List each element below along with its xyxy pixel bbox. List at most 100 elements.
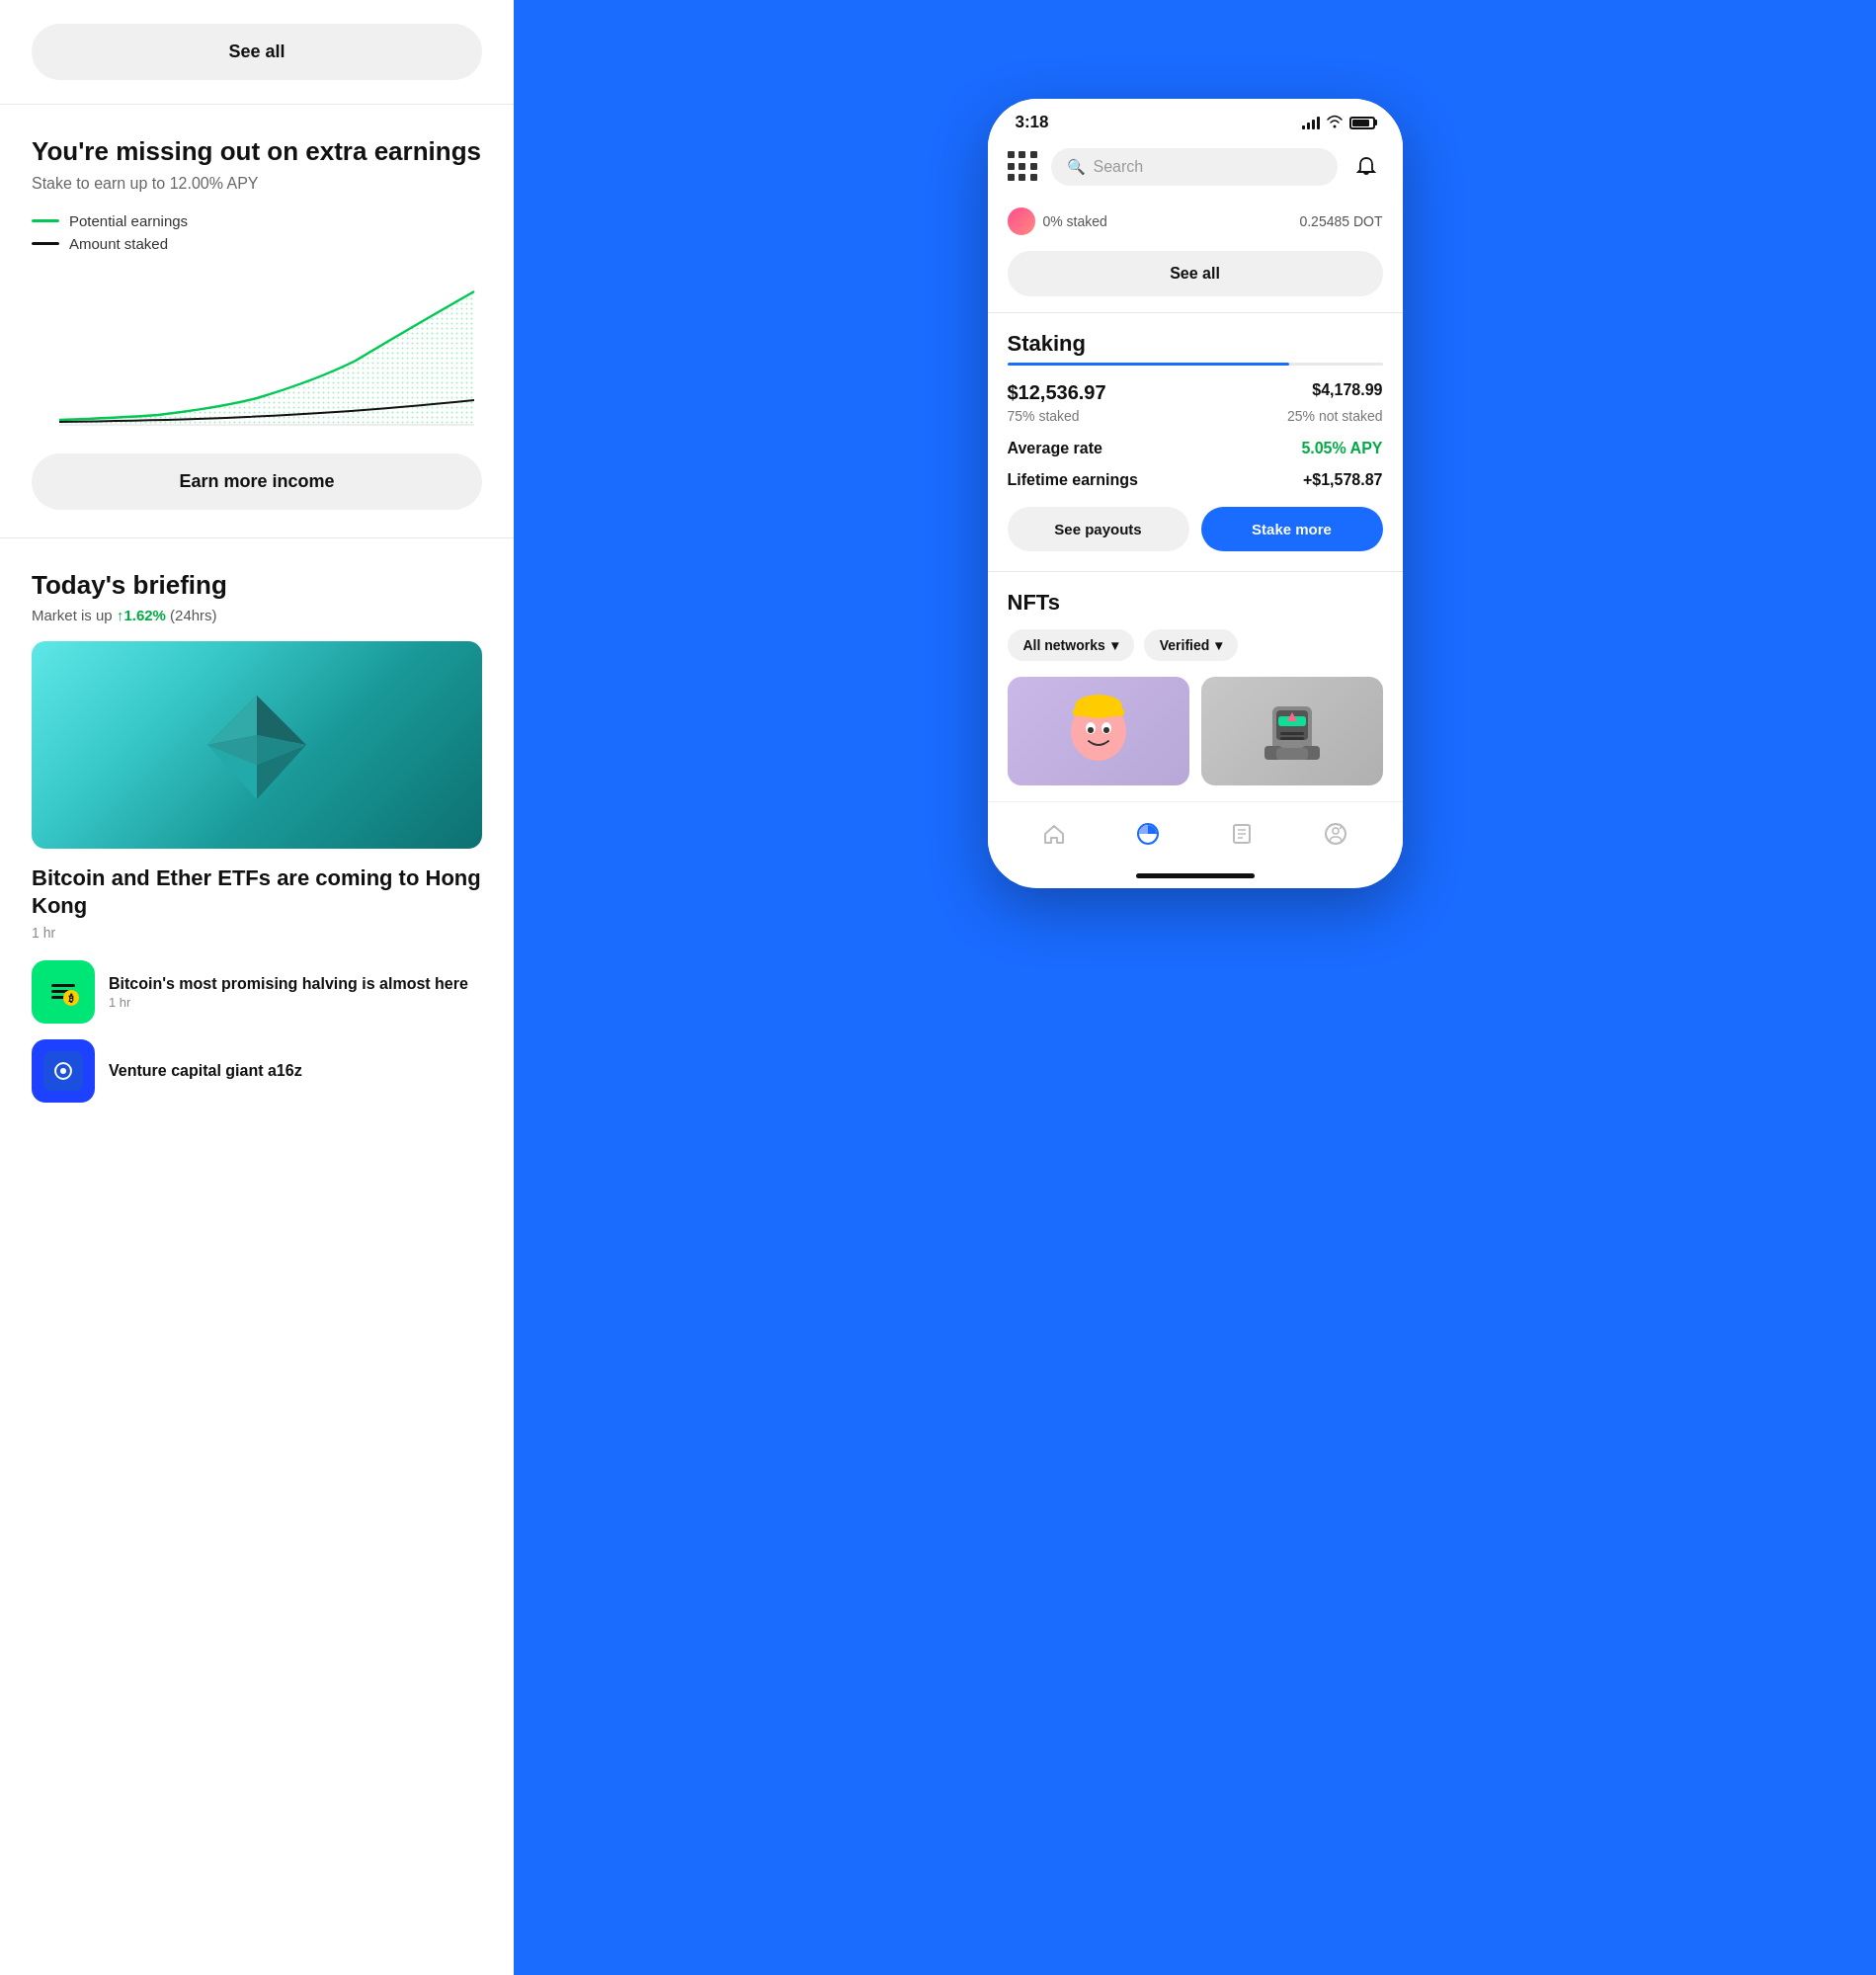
svg-rect-30 bbox=[1280, 732, 1304, 735]
staking-bar-fill bbox=[1008, 363, 1289, 366]
home-indicator-bar bbox=[1136, 873, 1255, 878]
nav-profile[interactable] bbox=[1312, 816, 1359, 858]
grid-dot bbox=[1030, 163, 1037, 170]
staked-pct-label: 75% staked bbox=[1008, 408, 1080, 424]
news-text-1: Bitcoin's most promising halving is almo… bbox=[109, 974, 468, 1010]
grid-dot bbox=[1030, 174, 1037, 181]
not-staked-amount: $4,178.99 bbox=[1312, 381, 1382, 404]
staked-dollar-amount: $12,536.97 bbox=[1008, 381, 1106, 404]
missing-earnings-section: You're missing out on extra earnings Sta… bbox=[0, 105, 514, 538]
battery-fill bbox=[1352, 120, 1369, 126]
staked-overview-row: 0% staked 0.25485 DOT bbox=[988, 198, 1403, 245]
lifetime-value: +$1,578.87 bbox=[1303, 471, 1383, 489]
briefing-title: Today's briefing bbox=[32, 570, 482, 601]
home-icon bbox=[1042, 822, 1066, 852]
nfts-section: NFTs All networks ▾ Verified ▾ bbox=[988, 571, 1403, 801]
nav-home[interactable] bbox=[1030, 816, 1078, 858]
see-all-top-section: See all bbox=[0, 0, 514, 105]
svg-rect-11 bbox=[51, 984, 75, 987]
status-icons bbox=[1302, 115, 1375, 131]
nft-filters: All networks ▾ Verified ▾ bbox=[1008, 629, 1383, 661]
staking-progress-bar bbox=[1008, 363, 1383, 366]
earnings-chart bbox=[32, 272, 482, 430]
profile-icon bbox=[1324, 822, 1347, 852]
staking-section: Staking $12,536.97 $4,178.99 75% staked … bbox=[988, 312, 1403, 571]
stake-more-button[interactable]: Stake more bbox=[1201, 507, 1383, 551]
grid-dot bbox=[1019, 151, 1025, 158]
search-icon: 🔍 bbox=[1067, 158, 1086, 176]
portfolio-icon bbox=[1136, 822, 1160, 852]
nft-card-1[interactable] bbox=[1008, 677, 1189, 785]
news-icon-1: ₿ bbox=[32, 960, 95, 1024]
news-text-2: Venture capital giant a16z bbox=[109, 1061, 302, 1082]
signal-bar-4 bbox=[1317, 117, 1320, 129]
news-title-2: Venture capital giant a16z bbox=[109, 1061, 302, 1082]
status-time: 3:18 bbox=[1016, 113, 1049, 132]
missing-earnings-subtitle: Stake to earn up to 12.00% APY bbox=[32, 175, 482, 193]
menu-grid-icon[interactable] bbox=[1008, 151, 1039, 183]
legend-staked: Amount staked bbox=[32, 235, 482, 252]
svg-point-19 bbox=[1333, 124, 1336, 127]
staking-title: Staking bbox=[1008, 331, 1383, 357]
news-time-1: 1 hr bbox=[109, 995, 468, 1010]
verified-filter[interactable]: Verified ▾ bbox=[1144, 629, 1239, 661]
wifi-icon bbox=[1326, 115, 1344, 131]
dot-coin-icon bbox=[1008, 207, 1035, 235]
verified-label: Verified bbox=[1160, 637, 1210, 653]
news-item-2: Venture capital giant a16z bbox=[32, 1039, 482, 1103]
nft-char-1-image bbox=[1008, 677, 1189, 785]
eth-article-image bbox=[32, 641, 482, 849]
market-hours-value: (24hrs) bbox=[170, 607, 217, 623]
signal-bar-3 bbox=[1312, 120, 1315, 129]
svg-text:₿: ₿ bbox=[68, 993, 74, 1004]
avg-rate-row: Average rate 5.05% APY bbox=[1008, 440, 1383, 457]
lifetime-earnings-row: Lifetime earnings +$1,578.87 bbox=[1008, 471, 1383, 489]
notification-bell-icon[interactable] bbox=[1349, 150, 1383, 184]
article-title: Bitcoin and Ether ETFs are coming to Hon… bbox=[32, 864, 482, 919]
legend-potential: Potential earnings bbox=[32, 212, 482, 229]
grid-dot bbox=[1008, 151, 1015, 158]
article-time: 1 hr bbox=[32, 925, 482, 941]
nft-card-2[interactable] bbox=[1201, 677, 1383, 785]
svg-point-18 bbox=[60, 1068, 66, 1074]
briefing-section: Today's briefing Market is up ↑1.62% (24… bbox=[0, 538, 514, 1146]
nav-portfolio[interactable] bbox=[1124, 816, 1172, 858]
staked-pct: 0% staked bbox=[1043, 213, 1107, 229]
activity-icon bbox=[1230, 822, 1254, 852]
see-all-top-button[interactable]: See all bbox=[32, 24, 482, 80]
signal-bar-2 bbox=[1307, 123, 1310, 129]
battery-tip bbox=[1374, 120, 1377, 125]
phone-header: 🔍 Search bbox=[988, 140, 1403, 198]
signal-bar-1 bbox=[1302, 125, 1305, 129]
legend-black-line bbox=[32, 242, 59, 245]
svg-rect-34 bbox=[1276, 748, 1308, 760]
all-networks-filter[interactable]: All networks ▾ bbox=[1008, 629, 1134, 661]
left-panel: See all You're missing out on extra earn… bbox=[0, 0, 514, 1975]
search-bar[interactable]: 🔍 Search bbox=[1051, 148, 1338, 186]
svg-point-25 bbox=[1103, 727, 1109, 733]
staking-buttons: See payouts Stake more bbox=[1008, 507, 1383, 551]
phone-mockup: 3:18 bbox=[988, 99, 1403, 888]
nav-activity[interactable] bbox=[1218, 816, 1265, 858]
bottom-nav bbox=[988, 801, 1403, 867]
svg-rect-31 bbox=[1280, 737, 1304, 740]
avg-rate-value: 5.05% APY bbox=[1301, 440, 1382, 457]
grid-dot bbox=[1008, 174, 1015, 181]
earn-more-button[interactable]: Earn more income bbox=[32, 453, 482, 510]
missing-earnings-title: You're missing out on extra earnings bbox=[32, 136, 482, 167]
chart-legend: Potential earnings Amount staked bbox=[32, 212, 482, 252]
nft-char-2-image bbox=[1201, 677, 1383, 785]
grid-dot bbox=[1019, 163, 1025, 170]
see-all-phone-button[interactable]: See all bbox=[1008, 251, 1383, 296]
grid-dot bbox=[1019, 174, 1025, 181]
networks-chevron-icon: ▾ bbox=[1111, 637, 1118, 653]
signal-icon bbox=[1302, 116, 1320, 129]
see-payouts-button[interactable]: See payouts bbox=[1008, 507, 1189, 551]
verified-chevron-icon: ▾ bbox=[1215, 637, 1222, 653]
legend-staked-label: Amount staked bbox=[69, 235, 168, 252]
avg-rate-label: Average rate bbox=[1008, 440, 1102, 457]
right-panel: 3:18 bbox=[514, 0, 1876, 888]
svg-line-43 bbox=[1340, 827, 1342, 829]
lifetime-label: Lifetime earnings bbox=[1008, 471, 1138, 489]
nfts-title: NFTs bbox=[1008, 590, 1383, 616]
